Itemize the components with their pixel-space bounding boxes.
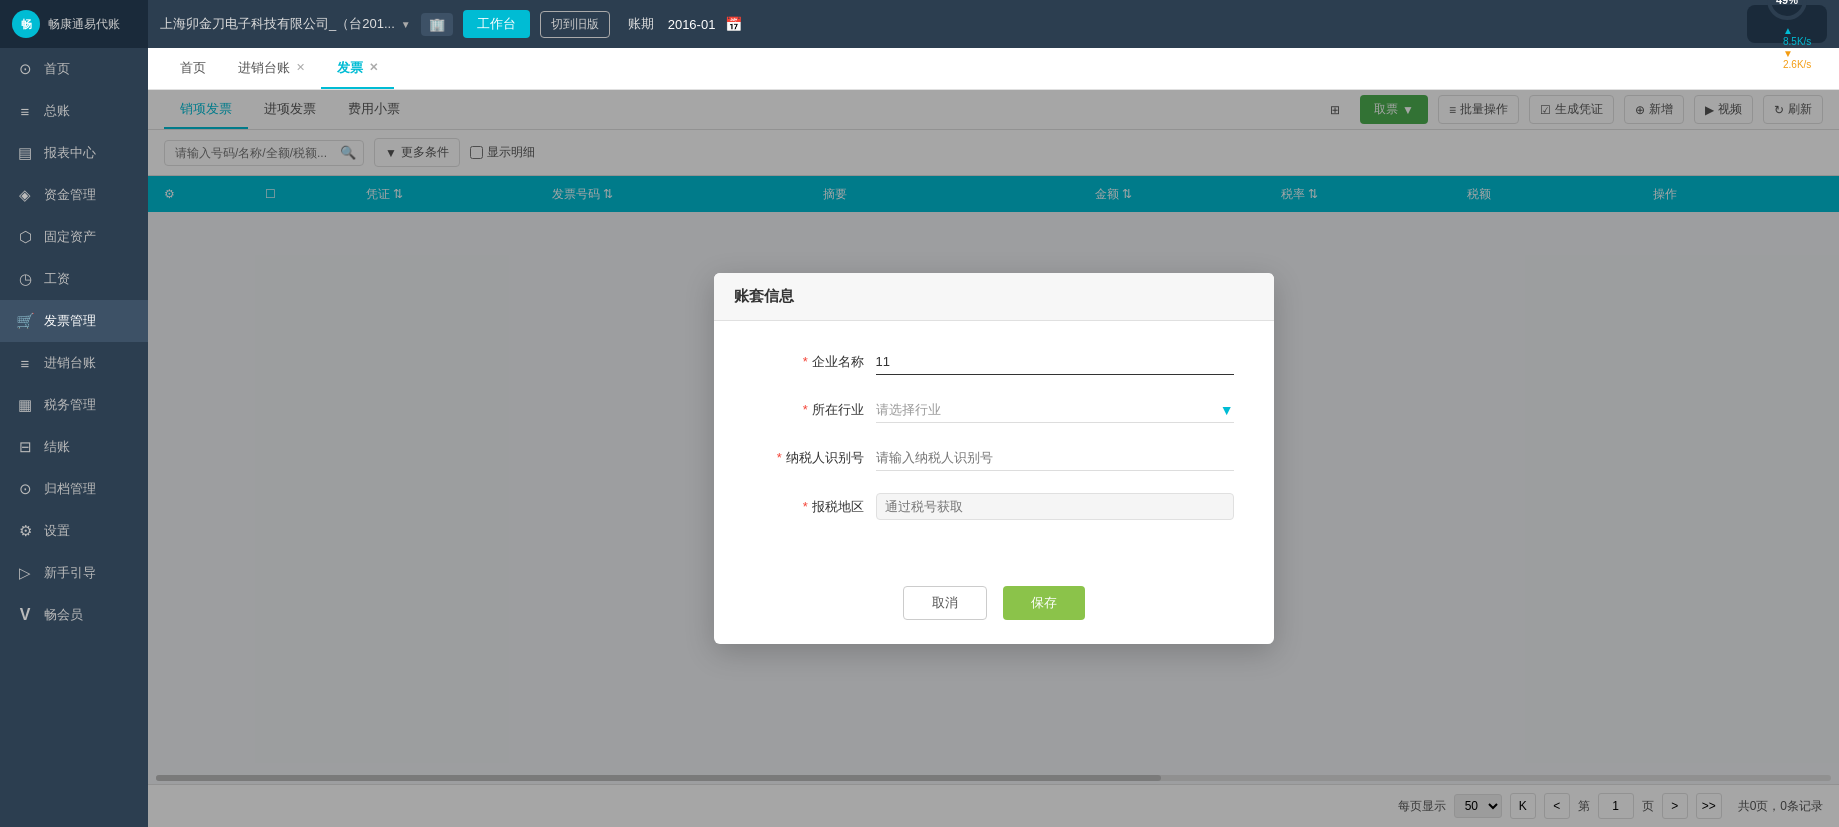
member-icon: V [16, 606, 34, 624]
period-value: 2016-01 [668, 17, 716, 32]
tax-icon: ▦ [16, 396, 34, 414]
close-books-icon: ⊟ [16, 438, 34, 456]
modal-footer: 取消 保存 [714, 570, 1274, 644]
company-selector[interactable]: 上海卯金刀电子科技有限公司_（台201... ▼ [160, 15, 411, 33]
sidebar-item-close[interactable]: ⊟ 结账 [0, 426, 148, 468]
company-icon-button[interactable]: 🏢 [421, 13, 453, 36]
tab-invoice-close[interactable]: ✕ [369, 61, 378, 74]
sidebar-item-label: 首页 [44, 60, 70, 78]
sidebar-item-assets[interactable]: ⬡ 固定资产 [0, 216, 148, 258]
modal-overlay: 账套信息 * 企业名称 * 所在行业 [148, 90, 1839, 827]
company-name: 上海卯金刀电子科技有限公司_（台201... [160, 15, 395, 33]
tab-home[interactable]: 首页 [164, 48, 222, 89]
sidebar-item-invoice[interactable]: 🛒 发票管理 [0, 300, 148, 342]
switch-old-version-button[interactable]: 切到旧版 [540, 11, 610, 38]
sales-icon: ≡ [16, 354, 34, 372]
speed-values: ▲ 8.5K/s ▼ 2.6K/s [1783, 25, 1819, 70]
reports-icon: ▤ [16, 144, 34, 162]
industry-row: * 所在行业 请选择行业 ▼ [754, 397, 1234, 423]
home-icon: ⊙ [16, 60, 34, 78]
speed-indicator: 49% ▲ 8.5K/s ▼ 2.6K/s [1747, 5, 1827, 43]
topbar-right: 49% ▲ 8.5K/s ▼ 2.6K/s [1747, 5, 1827, 43]
tab-invoice-label: 发票 [337, 59, 363, 77]
sidebar-item-label: 固定资产 [44, 228, 96, 246]
salary-icon: ◷ [16, 270, 34, 288]
chevron-down-icon: ▼ [1220, 402, 1234, 418]
ledger-icon: ≡ [16, 102, 34, 120]
tax-region-row: * 报税地区 [754, 493, 1234, 520]
sidebar-item-finance[interactable]: ◈ 资金管理 [0, 174, 148, 216]
modal-title: 账套信息 [734, 287, 794, 304]
app-logo: 畅 畅康通易代账 [0, 0, 148, 48]
sidebar-item-member[interactable]: V 畅会员 [0, 594, 148, 636]
app-name: 畅康通易代账 [48, 16, 120, 33]
industry-select-wrap: 请选择行业 ▼ [876, 397, 1234, 423]
upload-speed: ▲ 8.5K/s [1783, 25, 1819, 47]
account-info-modal: 账套信息 * 企业名称 * 所在行业 [714, 273, 1274, 644]
archive-icon: ⊙ [16, 480, 34, 498]
tab-sales-ledger[interactable]: 进销台账 ✕ [222, 48, 321, 89]
industry-label: * 所在行业 [754, 401, 864, 419]
period-label: 账期 [628, 15, 654, 33]
download-speed: ▼ 2.6K/s [1783, 48, 1819, 70]
sidebar-item-salary[interactable]: ◷ 工资 [0, 258, 148, 300]
modal-body: * 企业名称 * 所在行业 请选择行业 [714, 321, 1274, 570]
sidebar-item-label: 设置 [44, 522, 70, 540]
sidebar-item-label: 畅会员 [44, 606, 83, 624]
invoice-icon: 🛒 [16, 312, 34, 330]
tab-home-label: 首页 [180, 59, 206, 77]
sidebar-item-label: 新手引导 [44, 564, 96, 582]
sidebar-item-reports[interactable]: ▤ 报表中心 [0, 132, 148, 174]
tab-invoice[interactable]: 发票 ✕ [321, 48, 394, 89]
sidebar-item-settings[interactable]: ⚙ 设置 [0, 510, 148, 552]
speed-circle: 49% [1766, 0, 1808, 21]
sidebar-item-sales[interactable]: ≡ 进销台账 [0, 342, 148, 384]
modal-header: 账套信息 [714, 273, 1274, 321]
sidebar-item-archive[interactable]: ⊙ 归档管理 [0, 468, 148, 510]
settings-icon: ⚙ [16, 522, 34, 540]
assets-icon: ⬡ [16, 228, 34, 246]
tax-id-label: * 纳税人识别号 [754, 449, 864, 467]
tax-id-input[interactable] [876, 445, 1234, 471]
topbar: 上海卯金刀电子科技有限公司_（台201... ▼ 🏢 工作台 切到旧版 账期 2… [148, 0, 1839, 48]
sidebar-item-label: 税务管理 [44, 396, 96, 414]
tab-bar: 首页 进销台账 ✕ 发票 ✕ [148, 48, 1839, 90]
logo-icon: 畅 [12, 10, 40, 38]
sidebar-item-label: 资金管理 [44, 186, 96, 204]
calendar-icon[interactable]: 📅 [725, 16, 742, 32]
tab-sales-ledger-label: 进销台账 [238, 59, 290, 77]
sidebar-item-tax[interactable]: ▦ 税务管理 [0, 384, 148, 426]
sidebar-item-label: 发票管理 [44, 312, 96, 330]
sidebar-item-label: 归档管理 [44, 480, 96, 498]
sidebar: 畅 畅康通易代账 ⊙ 首页 ≡ 总账 ▤ 报表中心 ◈ 资金管理 ⬡ 固定资产 … [0, 0, 148, 827]
tax-id-row: * 纳税人识别号 [754, 445, 1234, 471]
sidebar-item-ledger[interactable]: ≡ 总账 [0, 90, 148, 132]
sidebar-item-home[interactable]: ⊙ 首页 [0, 48, 148, 90]
content-area: 销项发票 进项发票 费用小票 ⊞ 取票 ▼ ≡ 批量操作 ☑ [148, 90, 1839, 827]
tax-region-input [876, 493, 1234, 520]
guide-icon: ▷ [16, 564, 34, 582]
tab-sales-ledger-close[interactable]: ✕ [296, 61, 305, 74]
company-name-input[interactable] [876, 349, 1234, 375]
save-button[interactable]: 保存 [1003, 586, 1085, 620]
company-name-row: * 企业名称 [754, 349, 1234, 375]
sidebar-item-label: 进销台账 [44, 354, 96, 372]
cancel-button[interactable]: 取消 [903, 586, 987, 620]
sidebar-item-label: 总账 [44, 102, 70, 120]
sidebar-item-label: 工资 [44, 270, 70, 288]
sidebar-item-guide[interactable]: ▷ 新手引导 [0, 552, 148, 594]
finance-icon: ◈ [16, 186, 34, 204]
industry-select[interactable]: 请选择行业 [876, 397, 1234, 422]
sidebar-item-label: 结账 [44, 438, 70, 456]
tax-region-label: * 报税地区 [754, 498, 864, 516]
sidebar-item-label: 报表中心 [44, 144, 96, 162]
company-name-label: * 企业名称 [754, 353, 864, 371]
main-content: 上海卯金刀电子科技有限公司_（台201... ▼ 🏢 工作台 切到旧版 账期 2… [148, 0, 1839, 827]
workspace-button[interactable]: 工作台 [463, 10, 530, 38]
dropdown-arrow-icon: ▼ [401, 19, 411, 30]
speed-percent: 49% [1776, 0, 1798, 6]
